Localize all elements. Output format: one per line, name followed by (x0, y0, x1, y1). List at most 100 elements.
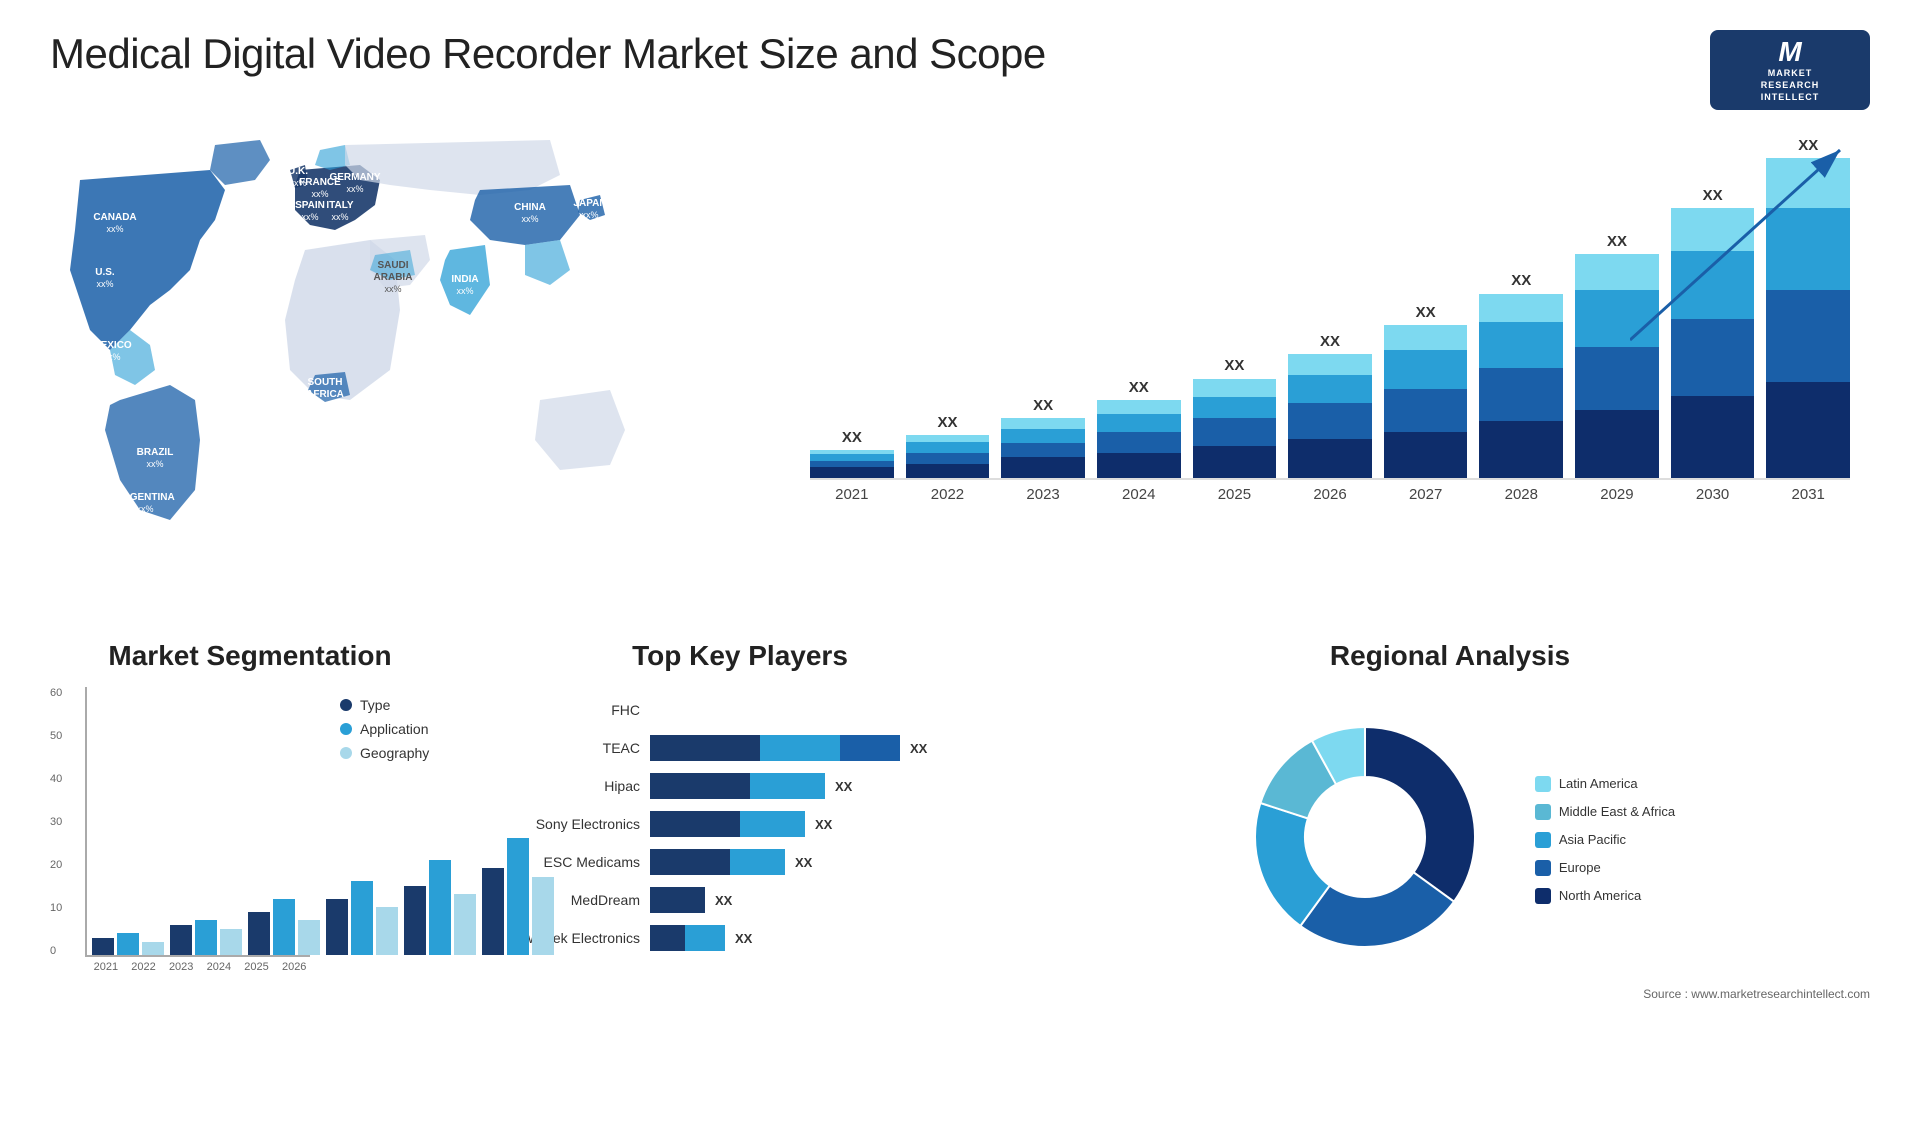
seg-bar (404, 886, 426, 955)
regional-legend-label: Europe (1559, 860, 1601, 875)
bar-top-label: XX (1033, 397, 1053, 414)
bar-segment (1288, 439, 1372, 478)
player-row: TEAC XX (490, 735, 990, 761)
bar-segment (1384, 432, 1468, 478)
bar-x-label: 2027 (1384, 486, 1468, 503)
bar-segment (1384, 325, 1468, 350)
seg-y-label-10: 10 (50, 902, 62, 914)
regional-legend: Latin AmericaMiddle East & AfricaAsia Pa… (1535, 776, 1675, 904)
source-text: Source : www.marketresearchintellect.com (1030, 987, 1870, 1001)
seg-group (248, 899, 320, 955)
player-name: Sony Electronics (490, 816, 640, 832)
seg-bar (532, 877, 554, 955)
stacked-bar (1288, 354, 1372, 478)
player-bar (650, 697, 700, 723)
donut-svg (1225, 697, 1505, 977)
player-bar-seg (840, 735, 900, 761)
stacked-bar (1001, 418, 1085, 478)
donut-segment (1365, 727, 1475, 902)
bar-x-label: 2028 (1479, 486, 1563, 503)
bar-top-label: XX (1511, 272, 1531, 289)
stacked-bar (1097, 400, 1181, 478)
seg-bar (92, 938, 114, 955)
svg-text:SAUDI: SAUDI (377, 260, 408, 271)
player-name: FHC (490, 702, 640, 718)
legend-label-geo: Geography (360, 745, 429, 761)
legend-label-app: Application (360, 721, 429, 737)
regional-legend-label: Asia Pacific (1559, 832, 1626, 847)
player-xx-label: XX (735, 931, 752, 946)
seg-y-label-20: 20 (50, 859, 62, 871)
player-row: ESC MedicamsXX (490, 849, 990, 875)
seg-bar (376, 907, 398, 955)
player-row: HipacXX (490, 773, 990, 799)
bar-chart-section: XXXXXXXXXXXXXXXXXXXXXX 20212022202320242… (790, 130, 1870, 610)
bar-top-label: XX (1224, 357, 1244, 374)
svg-text:xx%: xx% (346, 184, 363, 194)
svg-text:xx%: xx% (521, 214, 538, 224)
regional-legend-item: North America (1535, 888, 1675, 904)
player-bar (650, 735, 900, 761)
bar-segment (810, 461, 894, 468)
svg-text:xx%: xx% (96, 279, 113, 289)
bar-segment (1001, 418, 1085, 429)
logo-letter: M (1778, 36, 1801, 68)
player-bar (650, 925, 725, 951)
seg-group (92, 933, 164, 955)
seg-bar (351, 881, 373, 955)
bar-x-labels: 2021202220232024202520262027202820292030… (810, 486, 1850, 503)
player-bar-seg (650, 811, 740, 837)
seg-bar (170, 925, 192, 955)
bar-segment (1479, 294, 1563, 322)
bar-x-label: 2031 (1766, 486, 1850, 503)
seg-bar (482, 868, 504, 955)
seg-x-labels: 202120222023202420252026 (85, 961, 310, 973)
legend-dot-app (340, 723, 352, 735)
svg-text:xx%: xx% (146, 459, 163, 469)
svg-text:U.K.: U.K. (288, 166, 308, 177)
player-bar-seg (740, 811, 805, 837)
logo-text: MARKET RESEARCH INTELLECT (1761, 68, 1820, 103)
svg-text:xx%: xx% (301, 212, 318, 222)
player-xx-label: XX (815, 817, 832, 832)
bar-top-label: XX (1607, 233, 1627, 250)
svg-text:ARABIA: ARABIA (374, 272, 413, 283)
player-xx-label: XX (835, 779, 852, 794)
seg-bar (142, 942, 164, 955)
bar-x-label: 2022 (906, 486, 990, 503)
player-bar (650, 887, 705, 913)
bottom-row: Market Segmentation 60 50 40 30 20 10 0 (50, 640, 1870, 1100)
bar-segment (1671, 396, 1755, 478)
page-container: Medical Digital Video Recorder Market Si… (0, 0, 1920, 1146)
stacked-bar (1384, 325, 1468, 478)
seg-bar (117, 933, 139, 955)
regional-legend-color-box (1535, 804, 1551, 820)
player-xx-label: XX (910, 741, 927, 756)
regional-legend-color-box (1535, 776, 1551, 792)
seg-group (404, 860, 476, 955)
legend-dot-geo (340, 747, 352, 759)
player-bar (650, 811, 805, 837)
bar-group: XX (1001, 397, 1085, 478)
seg-bar (298, 920, 320, 955)
bar-segment (1384, 389, 1468, 432)
trend-arrow-svg (1630, 140, 1850, 360)
bar-top-label: XX (1416, 304, 1436, 321)
bar-segment (1193, 418, 1277, 446)
regional-legend-label: Latin America (1559, 776, 1638, 791)
seg-group (170, 920, 242, 955)
seg-group (326, 881, 398, 955)
regional-legend-item: Asia Pacific (1535, 832, 1675, 848)
seg-bar (429, 860, 451, 955)
svg-text:xx%: xx% (316, 401, 333, 411)
bar-group: XX (810, 429, 894, 478)
seg-x-year-label: 2025 (241, 961, 273, 973)
seg-x-year-label: 2024 (203, 961, 235, 973)
bar-segment (1001, 443, 1085, 457)
player-bar-seg (685, 925, 725, 951)
player-name: TEAC (490, 740, 640, 756)
bar-segment (1097, 453, 1181, 478)
svg-text:INDIA: INDIA (451, 274, 478, 285)
bar-segment (1288, 375, 1372, 403)
bar-group: XX (1193, 357, 1277, 478)
